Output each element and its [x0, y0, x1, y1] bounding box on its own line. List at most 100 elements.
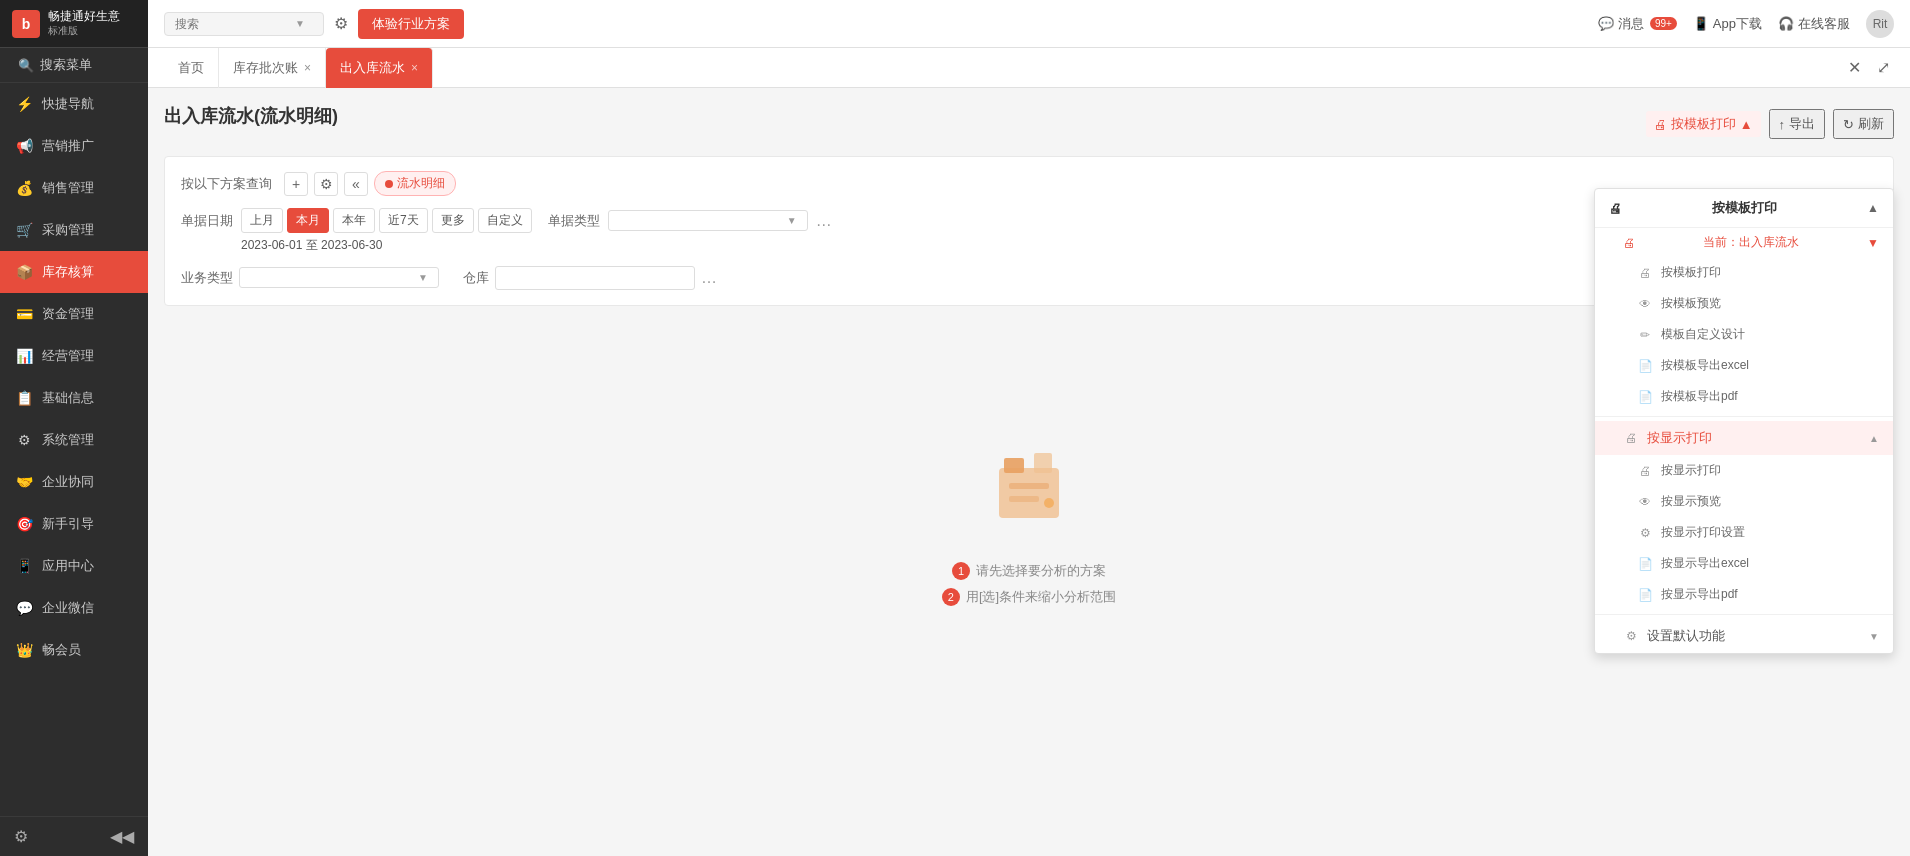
dropdown-display-settings-item[interactable]: ⚙ 按显示打印设置 [1595, 517, 1893, 548]
main-content: ▼ ⚙ 体验行业方案 💬 消息 99+ 📱 App下载 🎧 在线客服 Rit [148, 0, 1910, 856]
refresh-label: 刷新 [1858, 115, 1884, 133]
sidebar-item-sales[interactable]: 💰 销售管理 [0, 167, 148, 209]
sidebar-item-label: 资金管理 [42, 305, 94, 323]
dropdown-collapse-icon[interactable]: ▲ [1867, 201, 1879, 215]
sidebar: b 畅捷通好生意 标准版 🔍 搜索菜单 ⚡ 快捷导航 📢 营销推广 💰 销售管理… [0, 0, 148, 856]
sidebar-search-label: 搜索菜单 [40, 56, 92, 74]
sidebar-item-guide[interactable]: 🎯 新手引导 [0, 503, 148, 545]
dropdown-current-item[interactable]: 🖨 当前：出入库流水 ▼ [1595, 228, 1893, 257]
dropdown-divider-2 [1595, 614, 1893, 615]
message-badge: 99+ [1650, 17, 1677, 30]
dropdown-template-print-item[interactable]: 🖨 按模板打印 [1595, 257, 1893, 288]
sidebar-item-weixin[interactable]: 💬 企业微信 [0, 587, 148, 629]
doctype-select[interactable]: ▼ [608, 210, 808, 231]
dropdown-display-preview-item[interactable]: 👁 按显示预览 [1595, 486, 1893, 517]
dropdown-display-pdf-item[interactable]: 📄 按显示导出pdf [1595, 579, 1893, 610]
app-name: 畅捷通好生意 [48, 9, 120, 25]
sidebar-item-member[interactable]: 👑 畅会员 [0, 629, 148, 671]
sidebar-item-marketing[interactable]: 📢 营销推广 [0, 125, 148, 167]
online-service-btn[interactable]: 🎧 在线客服 [1778, 15, 1850, 33]
doctype-field-label: 单据类型 [548, 212, 600, 230]
topbar-gear-icon[interactable]: ⚙ [334, 14, 348, 33]
date-this-month-btn[interactable]: 本月 [287, 208, 329, 233]
sidebar-item-corp[interactable]: 🤝 企业协同 [0, 461, 148, 503]
sidebar-item-system[interactable]: ⚙ 系统管理 [0, 419, 148, 461]
tab-flow[interactable]: 出入库流水 × [326, 48, 433, 88]
date-this-year-btn[interactable]: 本年 [333, 208, 375, 233]
sidebar-collapse-icon[interactable]: ◀◀ [110, 827, 134, 846]
dropdown-template-excel-item[interactable]: 📄 按模板导出excel [1595, 350, 1893, 381]
business-type-label: 业务类型 [181, 269, 233, 287]
display-print-label: 按显示打印 [1661, 462, 1879, 479]
message-label: 消息 [1618, 15, 1644, 33]
dropdown-template-pdf-item[interactable]: 📄 按模板导出pdf [1595, 381, 1893, 412]
guide-icon: 🎯 [14, 514, 34, 534]
filter-collapse-left-btn[interactable]: « [344, 172, 368, 196]
sidebar-item-label: 新手引导 [42, 515, 94, 533]
tab-expand-btn[interactable]: ⤢ [1873, 54, 1894, 81]
svg-rect-3 [1009, 483, 1049, 489]
app-download-btn[interactable]: 📱 App下载 [1693, 15, 1762, 33]
date-custom-btn[interactable]: 自定义 [478, 208, 532, 233]
filter-settings-btn[interactable]: ⚙ [314, 172, 338, 196]
sidebar-item-operation[interactable]: 📊 经营管理 [0, 335, 148, 377]
doctype-more-icon[interactable]: … [816, 212, 832, 230]
page-content: 出入库流水(流水明细) 🖨 按模板打印 ▲ ↑ 导出 ↻ 刷新 [148, 88, 1910, 856]
refresh-btn[interactable]: ↻ 刷新 [1833, 109, 1894, 139]
warehouse-input[interactable] [495, 266, 695, 290]
sidebar-item-finance[interactable]: 💳 资金管理 [0, 293, 148, 335]
set-default-arrow: ▼ [1869, 631, 1879, 642]
date-last-7-btn[interactable]: 近7天 [379, 208, 428, 233]
business-type-select[interactable]: ▼ [239, 267, 439, 288]
filter-label: 按以下方案查询 [181, 175, 272, 193]
export-btn[interactable]: ↑ 导出 [1769, 109, 1826, 139]
dropdown-display-print-header[interactable]: 🖨 按显示打印 ▲ [1595, 421, 1893, 455]
dropdown-set-default-item[interactable]: ⚙ 设置默认功能 ▼ [1595, 619, 1893, 653]
user-name: Rit [1873, 17, 1888, 31]
dropdown-template-custom-item[interactable]: ✏ 模板自定义设计 [1595, 319, 1893, 350]
template-excel-label: 按模板导出excel [1661, 357, 1879, 374]
tab-batch-close-btn[interactable]: × [304, 61, 311, 75]
tab-flow-close-btn[interactable]: × [411, 61, 418, 75]
sidebar-item-quick-nav[interactable]: ⚡ 快捷导航 [0, 83, 148, 125]
trial-button[interactable]: 体验行业方案 [358, 9, 464, 39]
topbar-search-area[interactable]: ▼ [164, 12, 324, 36]
filter-tag[interactable]: 流水明细 [374, 171, 456, 196]
sidebar-item-purchase[interactable]: 🛒 采购管理 [0, 209, 148, 251]
user-avatar-area[interactable]: Rit [1866, 10, 1894, 38]
sidebar-item-label: 畅会员 [42, 641, 81, 659]
svg-point-5 [1044, 498, 1054, 508]
system-icon: ⚙ [14, 430, 34, 450]
tab-close-all-btn[interactable]: ✕ [1844, 54, 1865, 81]
sidebar-search-btn[interactable]: 🔍 搜索菜单 [0, 48, 148, 83]
dropdown-display-print-item[interactable]: 🖨 按显示打印 [1595, 455, 1893, 486]
tab-home[interactable]: 首页 [164, 48, 219, 88]
template-print-label: 按模板打印 [1661, 264, 1879, 281]
date-last-month-btn[interactable]: 上月 [241, 208, 283, 233]
message-btn[interactable]: 💬 消息 99+ [1598, 15, 1677, 33]
sidebar-settings-icon[interactable]: ⚙ [14, 827, 28, 846]
sidebar-item-label: 系统管理 [42, 431, 94, 449]
sidebar-item-label: 销售管理 [42, 179, 94, 197]
template-print-icon: 🖨 [1637, 265, 1653, 281]
date-more-btn[interactable]: 更多 [432, 208, 474, 233]
tab-batch-account[interactable]: 库存批次账 × [219, 48, 326, 88]
sidebar-item-apps[interactable]: 📱 应用中心 [0, 545, 148, 587]
set-default-icon: ⚙ [1623, 628, 1639, 644]
print-icon-header: 🖨 [1609, 201, 1622, 216]
sidebar-item-label: 应用中心 [42, 557, 94, 575]
dropdown-display-excel-item[interactable]: 📄 按显示导出excel [1595, 548, 1893, 579]
dropdown-template-preview-item[interactable]: 👁 按模板预览 [1595, 288, 1893, 319]
topbar-search-input[interactable] [175, 17, 295, 31]
sidebar-item-base[interactable]: 📋 基础信息 [0, 377, 148, 419]
filter-date-group: 单据日期 上月 本月 本年 近7天 更多 自定义 [181, 208, 532, 233]
operation-icon: 📊 [14, 346, 34, 366]
display-preview-icon: 👁 [1637, 494, 1653, 510]
display-pdf-icon: 📄 [1637, 587, 1653, 603]
warehouse-more-icon[interactable]: … [701, 269, 717, 287]
app-download-icon: 📱 [1693, 16, 1709, 31]
print-template-btn[interactable]: 🖨 按模板打印 ▲ [1646, 111, 1761, 137]
filter-add-btn[interactable]: + [284, 172, 308, 196]
sidebar-item-inventory[interactable]: 📦 库存核算 [0, 251, 148, 293]
template-custom-icon: ✏ [1637, 327, 1653, 343]
